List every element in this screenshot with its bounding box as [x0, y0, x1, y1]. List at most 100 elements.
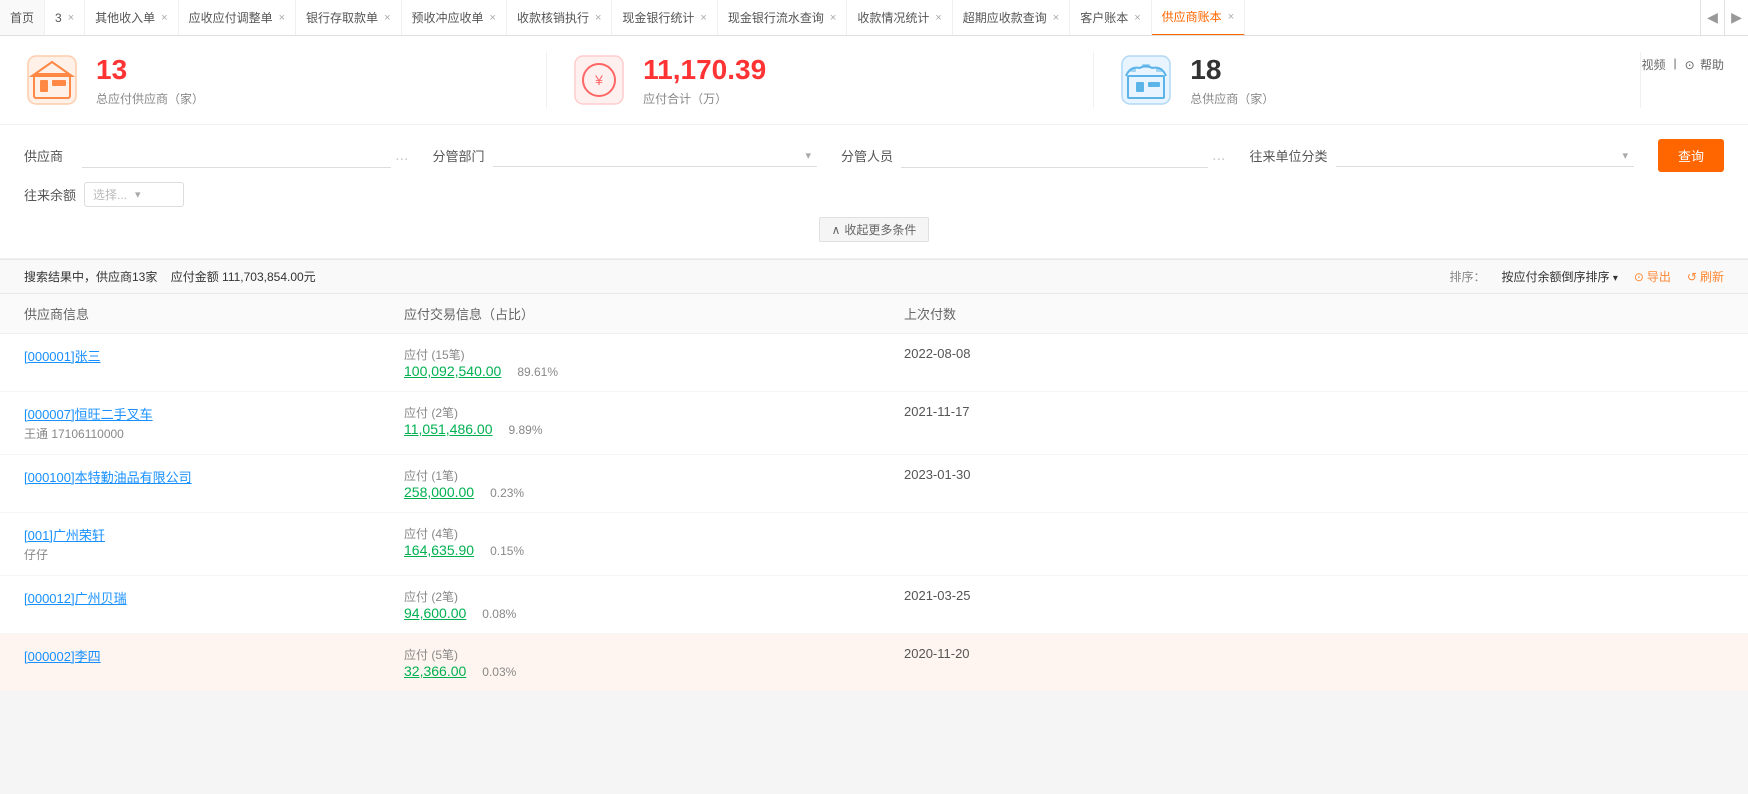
total-payable-suppliers-label: 总应付供应商（家）	[96, 90, 204, 107]
nav-home[interactable]: 首页	[0, 0, 45, 36]
total-payable-suppliers-number: 13	[96, 53, 204, 87]
unit-class-select[interactable]: ▾	[1336, 145, 1634, 167]
supplier-link[interactable]: [000002]李四	[24, 649, 101, 664]
transaction-cell: 应付 (5笔) 32,366.00 0.03%	[404, 646, 904, 679]
supplier-link[interactable]: [000007]恒旺二手叉车	[24, 407, 153, 422]
balance-placeholder: 选择...	[93, 186, 127, 203]
nav-other-income[interactable]: 其他收入单 ×	[85, 0, 178, 36]
results-amount: 应付金额 111,703,854.00元	[171, 270, 316, 284]
supplier-sub: 王通 17106110000	[24, 425, 404, 442]
person-dots: ...	[1212, 147, 1225, 165]
person-input[interactable]	[901, 144, 1208, 168]
tx-percent: 0.23%	[490, 486, 524, 500]
supplier-cell: [001]广州荣轩 仔仔	[24, 525, 404, 563]
close-icon[interactable]: ×	[830, 12, 836, 24]
supplier-link[interactable]: [000100]本特勤油品有限公司	[24, 470, 192, 485]
lastpay-cell: 2020-11-20	[904, 646, 1724, 661]
supplier-cell: [000007]恒旺二手叉车 王通 17106110000	[24, 404, 404, 442]
unit-class-field: 往来单位分类 ▾	[1250, 145, 1635, 167]
tx-amount-link[interactable]: 11,051,486.00	[404, 421, 493, 437]
collapse-button[interactable]: ∧ 收起更多条件	[819, 217, 930, 242]
svg-text:¥: ¥	[594, 72, 603, 88]
chevron-down-icon: ▾	[805, 149, 811, 162]
transaction-cell: 应付 (2笔) 94,600.00 0.08%	[404, 588, 904, 621]
total-payable-amount-label: 应付合计（万）	[643, 90, 766, 107]
chevron-down-icon: ▾	[135, 188, 141, 201]
close-icon[interactable]: ×	[700, 12, 706, 24]
tx-amount-link[interactable]: 164,635.90	[404, 542, 474, 558]
supplier-field: 供应商 ...	[24, 144, 409, 168]
query-button[interactable]: 查询	[1658, 139, 1724, 172]
balance-select[interactable]: 选择... ▾	[84, 182, 184, 207]
tx-amount-link[interactable]: 100,092,540.00	[404, 363, 501, 379]
lastpay-cell: 2021-03-25	[904, 588, 1724, 603]
person-label: 分管人员	[841, 146, 893, 165]
export-icon: ⊙	[1634, 270, 1644, 284]
chevron-up-icon: ∧	[832, 223, 841, 237]
sort-select[interactable]: 按应付余额倒序排序 ▾	[1501, 268, 1617, 285]
nav-tab3[interactable]: 3 ×	[45, 0, 85, 36]
nav-receipt-stat[interactable]: 收款情况统计 ×	[847, 0, 952, 36]
video-link[interactable]: 视频	[1641, 56, 1665, 73]
total-suppliers-number: 18	[1190, 53, 1274, 87]
summary-card-amount: ¥ 11,170.39 应付合计（万）	[547, 52, 1094, 108]
transaction-cell: 应付 (2笔) 11,051,486.00 9.89%	[404, 404, 904, 437]
nav-overdue-query[interactable]: 超期应收款查询 ×	[953, 0, 1070, 36]
summary-bar: 13 总应付供应商（家） ¥ 11,170.39 应付合计（万）	[0, 36, 1748, 125]
nav-receipt-writeoff[interactable]: 收款核销执行 ×	[507, 0, 612, 36]
dept-field: 分管部门 ▾	[433, 145, 818, 167]
close-icon[interactable]: ×	[384, 12, 390, 24]
table-row: [000012]广州贝瑞 应付 (2笔) 94,600.00 0.08% 202…	[0, 576, 1748, 634]
amount-icon: ¥	[571, 52, 627, 108]
close-icon[interactable]: ×	[490, 12, 496, 24]
supplier-input[interactable]	[82, 144, 391, 168]
supplier-link[interactable]: [001]广州荣轩	[24, 528, 105, 543]
close-icon[interactable]: ×	[68, 12, 74, 24]
last-pay-date: 2021-03-25	[904, 588, 971, 603]
close-icon[interactable]: ×	[935, 12, 941, 24]
nav-arrow-right[interactable]: ▶	[1724, 0, 1748, 36]
summary-content-suppliers: 13 总应付供应商（家）	[96, 53, 204, 108]
unit-class-label: 往来单位分类	[1250, 146, 1328, 165]
supplier-icon	[24, 52, 80, 108]
supplier-label: 供应商	[24, 146, 74, 165]
close-icon[interactable]: ×	[595, 12, 601, 24]
chevron-down-icon: ▾	[1613, 273, 1618, 284]
close-icon[interactable]: ×	[161, 12, 167, 24]
nav-arrow-left[interactable]: ◀	[1700, 0, 1724, 36]
close-icon[interactable]: ×	[1134, 12, 1140, 24]
nav-customer-ledger[interactable]: 客户账本 ×	[1070, 0, 1151, 36]
supplier-dots: ...	[395, 147, 408, 165]
data-table: 供应商信息 应付交易信息（占比） 上次付数 [000001]张三 应付 (15笔…	[0, 294, 1748, 691]
tx-amount-link[interactable]: 258,000.00	[404, 484, 474, 500]
close-icon[interactable]: ×	[1053, 12, 1059, 24]
supplier-link[interactable]: [000012]广州贝瑞	[24, 591, 127, 606]
close-icon[interactable]: ×	[1228, 11, 1234, 23]
table-row: [000002]李四 应付 (5笔) 32,366.00 0.03% 2020-…	[0, 634, 1748, 691]
balance-label: 往来余额	[24, 185, 76, 204]
tx-amount-link[interactable]: 32,366.00	[404, 663, 466, 679]
supplier-link[interactable]: [000001]张三	[24, 349, 101, 364]
refresh-button[interactable]: ↺ 刷新	[1687, 268, 1724, 285]
nav-advance-receivable[interactable]: 预收冲应收单 ×	[402, 0, 507, 36]
total-payable-amount-number: 11,170.39	[643, 53, 766, 87]
tx-percent: 89.61%	[517, 365, 558, 379]
nav-supplier-ledger[interactable]: 供应商账本 ×	[1152, 0, 1245, 36]
help-link[interactable]: ⊙ 帮助	[1685, 56, 1724, 73]
last-pay-date: 2023-01-30	[904, 467, 971, 482]
nav-ar-ap-adjust[interactable]: 应收应付调整单 ×	[179, 0, 296, 36]
table-header: 供应商信息 应付交易信息（占比） 上次付数	[0, 294, 1748, 334]
nav-cash-bank-stat[interactable]: 现金银行统计 ×	[612, 0, 717, 36]
sort-label: 排序：	[1449, 268, 1485, 285]
nav-bank-deposit[interactable]: 银行存取款单 ×	[296, 0, 401, 36]
export-button[interactable]: ⊙ 导出	[1634, 268, 1671, 285]
chevron-down-icon: ▾	[1622, 149, 1628, 162]
tx-label: 应付 (2笔)	[404, 404, 904, 421]
close-icon[interactable]: ×	[279, 12, 285, 24]
tx-label: 应付 (2笔)	[404, 588, 904, 605]
nav-cash-flow-query[interactable]: 现金银行流水查询 ×	[718, 0, 847, 36]
dept-select[interactable]: ▾	[493, 145, 817, 167]
supplier-cell: [000100]本特勤油品有限公司	[24, 467, 404, 486]
tx-amount-link[interactable]: 94,600.00	[404, 605, 466, 621]
tx-label: 应付 (1笔)	[404, 467, 904, 484]
